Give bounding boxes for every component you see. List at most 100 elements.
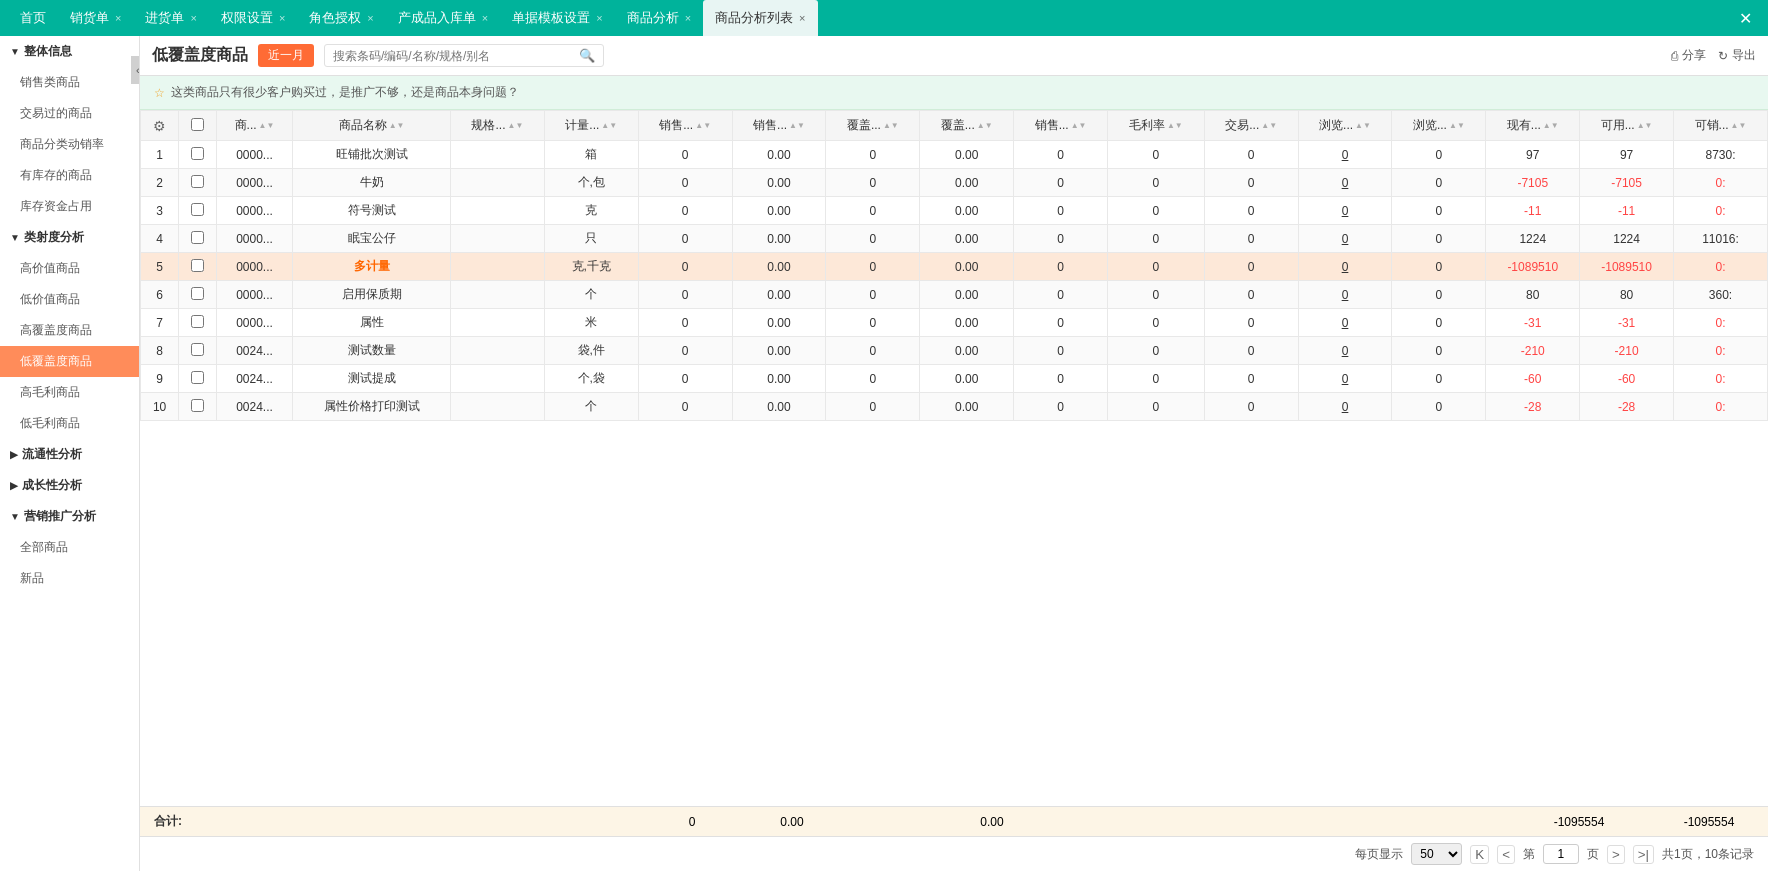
sidebar-group-overall[interactable]: ▼ 整体信息 <box>0 36 139 67</box>
sidebar-group-marketing[interactable]: ▼ 营销推广分析 <box>0 501 139 532</box>
share-button[interactable]: ⎙ 分享 <box>1671 47 1706 64</box>
table-cell[interactable]: 0 <box>1298 169 1392 197</box>
th-current-stock[interactable]: 现有...▲▼ <box>1486 111 1580 141</box>
close-analysis-icon[interactable]: × <box>685 12 691 24</box>
table-cell[interactable]: 0 <box>1298 197 1392 225</box>
settings-icon[interactable]: ⚙ <box>153 118 166 134</box>
th-sales3[interactable]: 销售...▲▼ <box>1014 111 1108 141</box>
table-row: 30000...符号测试克00.0000.0000000-11-110: <box>141 197 1768 225</box>
sidebar-item-high-coverage[interactable]: 高覆盖度商品 <box>0 315 139 346</box>
nav-item-permissions[interactable]: 权限设置 × <box>209 0 297 36</box>
sidebar-group-liquidity[interactable]: ▶ 流通性分析 <box>0 439 139 470</box>
sidebar-item-sales-goods[interactable]: 销售类商品 <box>0 67 139 98</box>
table-cell: 0 <box>638 253 732 281</box>
table-cell[interactable]: 0 <box>1298 309 1392 337</box>
table-cell[interactable]: 0 <box>1298 337 1392 365</box>
window-close-button[interactable]: ✕ <box>1731 9 1760 28</box>
nav-item-home[interactable]: 首页 <box>8 0 58 36</box>
prev-page-button[interactable]: < <box>1497 845 1515 864</box>
sidebar-item-high-margin[interactable]: 高毛利商品 <box>0 377 139 408</box>
sidebar-item-low-margin[interactable]: 低毛利商品 <box>0 408 139 439</box>
nav-item-analysis-list[interactable]: 商品分析列表 × <box>703 0 817 36</box>
table-cell[interactable] <box>179 309 217 337</box>
nav-item-roles[interactable]: 角色授权 × <box>297 0 385 36</box>
next-page-button[interactable]: > <box>1607 845 1625 864</box>
table-cell[interactable] <box>179 141 217 169</box>
th-gross-margin[interactable]: 毛利率▲▼ <box>1108 111 1205 141</box>
close-analysis-list-icon[interactable]: × <box>799 12 805 24</box>
th-cover2[interactable]: 覆盖...▲▼ <box>920 111 1014 141</box>
th-spec[interactable]: 规格...▲▼ <box>450 111 544 141</box>
th-browse2[interactable]: 浏览...▲▼ <box>1392 111 1486 141</box>
nav-item-template[interactable]: 单据模板设置 × <box>500 0 614 36</box>
sidebar-item-low-value[interactable]: 低价值商品 <box>0 284 139 315</box>
nav-item-purchase[interactable]: 进货单 × <box>133 0 208 36</box>
table-cell[interactable] <box>179 393 217 421</box>
table-cell: 0: <box>1674 393 1768 421</box>
search-input[interactable] <box>333 49 579 63</box>
time-filter-button[interactable]: 近一月 <box>258 44 314 67</box>
table-cell[interactable] <box>179 337 217 365</box>
close-permissions-icon[interactable]: × <box>279 12 285 24</box>
select-all-checkbox[interactable] <box>191 118 204 131</box>
table-cell[interactable]: 0 <box>1298 253 1392 281</box>
table-cell[interactable] <box>179 253 217 281</box>
th-unit[interactable]: 计量...▲▼ <box>544 111 638 141</box>
sidebar-item-low-coverage[interactable]: 低覆盖度商品 <box>0 346 139 377</box>
sidebar-item-high-value[interactable]: 高价值商品 <box>0 253 139 284</box>
table-cell[interactable]: 0 <box>1298 365 1392 393</box>
sidebar-item-new-goods[interactable]: 新品 <box>0 563 139 594</box>
sidebar-item-all-goods[interactable]: 全部商品 <box>0 532 139 563</box>
last-page-button[interactable]: >| <box>1633 845 1654 864</box>
table-cell[interactable]: 0 <box>1298 141 1392 169</box>
th-sales-amt[interactable]: 销售...▲▼ <box>732 111 826 141</box>
sidebar-item-category-rate[interactable]: 商品分类动销率 <box>0 129 139 160</box>
table-cell: 1 <box>141 141 179 169</box>
table-cell <box>450 253 544 281</box>
table-cell[interactable] <box>179 365 217 393</box>
th-checkbox[interactable] <box>179 111 217 141</box>
close-roles-icon[interactable]: × <box>367 12 373 24</box>
table-cell: 多计量 <box>293 253 451 281</box>
table-cell[interactable]: 0 <box>1298 225 1392 253</box>
nav-item-analysis[interactable]: 商品分析 × <box>615 0 703 36</box>
close-sales-icon[interactable]: × <box>115 12 121 24</box>
table-cell[interactable] <box>179 169 217 197</box>
th-code[interactable]: 商...▲▼ <box>216 111 292 141</box>
per-page-select[interactable]: 50 20 100 <box>1411 843 1462 865</box>
table-cell: 个 <box>544 281 638 309</box>
first-page-button[interactable]: K <box>1470 845 1489 864</box>
close-purchase-icon[interactable]: × <box>190 12 196 24</box>
table-row: 60000...启用保质期个00.0000.00000008080360: <box>141 281 1768 309</box>
table-cell[interactable]: 0 <box>1298 393 1392 421</box>
table-container: ⚙ 商...▲▼ 商品名称▲▼ 规格...▲▼ 计量...▲▼ 销售...▲▼ … <box>140 110 1768 806</box>
table-cell[interactable] <box>179 197 217 225</box>
current-page-input[interactable] <box>1543 844 1579 864</box>
th-sales-qty[interactable]: 销售...▲▼ <box>638 111 732 141</box>
sidebar-group-diversity[interactable]: ▼ 类射度分析 <box>0 222 139 253</box>
th-name[interactable]: 商品名称▲▼ <box>293 111 451 141</box>
table-cell[interactable] <box>179 281 217 309</box>
table-cell: 7 <box>141 309 179 337</box>
export-button[interactable]: ↻ 导出 <box>1718 47 1756 64</box>
close-template-icon[interactable]: × <box>596 12 602 24</box>
th-trade[interactable]: 交易...▲▼ <box>1204 111 1298 141</box>
close-production-icon[interactable]: × <box>482 12 488 24</box>
table-row: 40000...眠宝公仔只00.0000.0000000122412241101… <box>141 225 1768 253</box>
th-sellable[interactable]: 可销...▲▼ <box>1674 111 1768 141</box>
search-icon[interactable]: 🔍 <box>579 48 595 63</box>
th-browse1[interactable]: 浏览...▲▼ <box>1298 111 1392 141</box>
th-available-stock[interactable]: 可用...▲▼ <box>1580 111 1674 141</box>
sidebar-item-stock-goods[interactable]: 有库存的商品 <box>0 160 139 191</box>
sidebar-item-traded-goods[interactable]: 交易过的商品 <box>0 98 139 129</box>
th-cover1[interactable]: 覆盖...▲▼ <box>826 111 920 141</box>
nav-item-sales[interactable]: 销货单 × <box>58 0 133 36</box>
th-settings[interactable]: ⚙ <box>141 111 179 141</box>
nav-item-production[interactable]: 产成品入库单 × <box>386 0 500 36</box>
sidebar-group-growth[interactable]: ▶ 成长性分析 <box>0 470 139 501</box>
table-cell[interactable]: 0 <box>1298 281 1392 309</box>
table-cell: 0000... <box>216 169 292 197</box>
table-cell[interactable] <box>179 225 217 253</box>
sidebar-collapse-button[interactable]: « <box>131 56 140 84</box>
sidebar-item-stock-capital[interactable]: 库存资金占用 <box>0 191 139 222</box>
